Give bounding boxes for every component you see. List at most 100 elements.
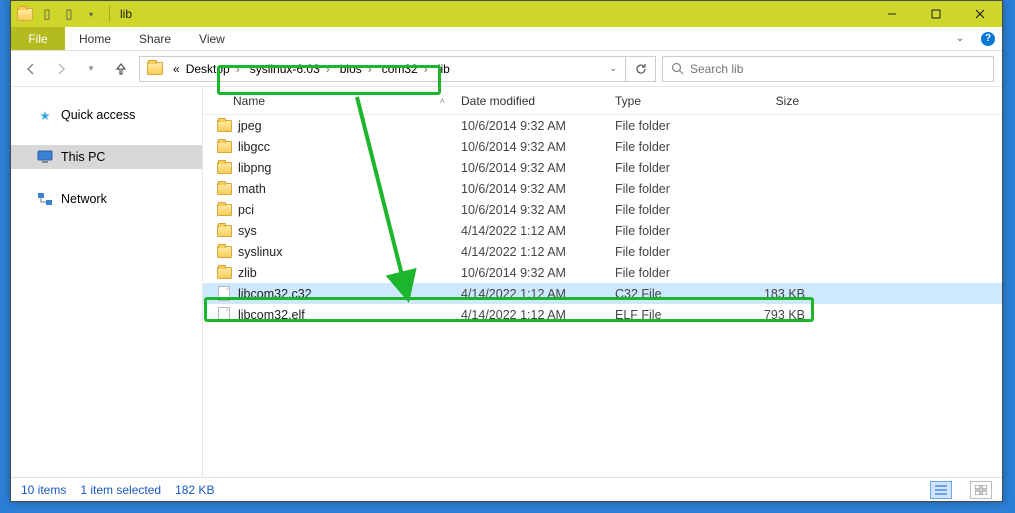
file-name: pci [233, 203, 461, 217]
qat-item[interactable]: ▯ [37, 4, 57, 24]
file-name: jpeg [233, 119, 461, 133]
folder-row[interactable]: libpng10/6/2014 9:32 AMFile folder [203, 157, 1002, 178]
address-bar-row: ▾ « Desktop › syslinux-6.03 ›bios ›com32… [11, 51, 1002, 87]
file-date: 10/6/2014 9:32 AM [461, 140, 615, 154]
window-title: lib [120, 7, 132, 21]
file-name: libcom32.elf [233, 308, 461, 322]
close-button[interactable] [958, 1, 1002, 27]
address-bar[interactable]: « Desktop › syslinux-6.03 ›bios ›com32 ›… [139, 56, 626, 82]
file-row[interactable]: libcom32.elf4/14/2022 1:12 AMELF File793… [203, 304, 1002, 325]
file-name: libpng [233, 161, 461, 175]
app-icon [15, 4, 35, 24]
back-button[interactable] [19, 57, 43, 81]
folder-row[interactable]: zlib10/6/2014 9:32 AMFile folder [203, 262, 1002, 283]
column-header-row: Name˄ Date modified Type Size [203, 87, 1002, 115]
minimize-button[interactable] [870, 1, 914, 27]
file-type: C32 File [615, 287, 739, 301]
breadcrumb-label: com32 [382, 62, 418, 76]
file-name: zlib [233, 266, 461, 280]
folder-icon [215, 120, 233, 132]
search-box[interactable] [662, 56, 994, 82]
breadcrumb-label: Desktop [186, 62, 230, 76]
column-name[interactable]: Name˄ [233, 94, 461, 108]
nav-this-pc[interactable]: This PC [11, 145, 202, 169]
file-date: 4/14/2022 1:12 AM [461, 224, 615, 238]
folder-row[interactable]: syslinux4/14/2022 1:12 AMFile folder [203, 241, 1002, 262]
maximize-button[interactable] [914, 1, 958, 27]
file-tab[interactable]: File [11, 27, 65, 50]
ribbon-expand-icon[interactable]: ⌄ [946, 27, 974, 50]
column-size[interactable]: Size [739, 94, 805, 108]
qat-item[interactable]: ▯ [59, 4, 79, 24]
view-details-button[interactable] [930, 481, 952, 499]
file-type: File folder [615, 224, 739, 238]
breadcrumb-label: bios [340, 62, 362, 76]
qat-dropdown-icon[interactable]: ▾ [81, 4, 101, 24]
file-name: sys [233, 224, 461, 238]
status-count: 10 items [21, 483, 66, 497]
view-large-button[interactable] [970, 481, 992, 499]
file-type: File folder [615, 266, 739, 280]
chevron-left-icon: « [173, 62, 180, 76]
file-list-pane: Name˄ Date modified Type Size jpeg10/6/2… [203, 87, 1002, 477]
star-icon: ★ [37, 107, 53, 123]
folder-icon [147, 62, 163, 75]
up-button[interactable] [109, 57, 133, 81]
folder-icon [215, 246, 233, 258]
chevron-right-icon: › [236, 62, 240, 76]
file-type: File folder [615, 182, 739, 196]
status-size: 182 KB [175, 483, 214, 497]
file-type: File folder [615, 203, 739, 217]
breadcrumb-label: lib [438, 62, 450, 76]
chevron-right-icon: › [424, 62, 428, 76]
breadcrumb-item[interactable]: com32 › [377, 57, 433, 81]
network-icon [37, 191, 53, 207]
nav-label: Network [61, 192, 107, 206]
monitor-icon [37, 149, 53, 165]
address-dropdown-icon[interactable]: ⌄ [603, 63, 623, 74]
column-date[interactable]: Date modified [461, 94, 615, 108]
status-bar: 10 items 1 item selected 182 KB [11, 477, 1002, 501]
folder-row[interactable]: math10/6/2014 9:32 AMFile folder [203, 178, 1002, 199]
status-selection: 1 item selected [80, 483, 161, 497]
nav-label: This PC [61, 150, 105, 164]
refresh-button[interactable] [626, 56, 656, 82]
file-name: libgcc [233, 140, 461, 154]
folder-row[interactable]: libgcc10/6/2014 9:32 AMFile folder [203, 136, 1002, 157]
folder-row[interactable]: pci10/6/2014 9:32 AMFile folder [203, 199, 1002, 220]
breadcrumb-item[interactable]: bios › [335, 57, 377, 81]
breadcrumb-root[interactable] [142, 57, 168, 81]
column-type[interactable]: Type [615, 94, 739, 108]
file-date: 10/6/2014 9:32 AM [461, 119, 615, 133]
file-name: syslinux [233, 245, 461, 259]
folder-icon [215, 162, 233, 174]
breadcrumb-item[interactable]: syslinux-6.03 › [245, 57, 335, 81]
forward-button[interactable] [49, 57, 73, 81]
recent-dropdown-icon[interactable]: ▾ [79, 57, 103, 81]
folder-row[interactable]: sys4/14/2022 1:12 AMFile folder [203, 220, 1002, 241]
help-icon[interactable]: ? [974, 27, 1002, 50]
file-name: math [233, 182, 461, 196]
file-date: 10/6/2014 9:32 AM [461, 161, 615, 175]
file-date: 10/6/2014 9:32 AM [461, 182, 615, 196]
nav-network[interactable]: Network [11, 187, 202, 211]
folder-row[interactable]: jpeg10/6/2014 9:32 AMFile folder [203, 115, 1002, 136]
folder-icon [215, 141, 233, 153]
explorer-window: ▯ ▯ ▾ lib File Home Share View ⌄ ? ▾ « D… [10, 0, 1003, 502]
breadcrumb-leading[interactable]: « Desktop › [168, 57, 245, 81]
file-type: File folder [615, 119, 739, 133]
tab-share[interactable]: Share [125, 27, 185, 50]
breadcrumb-item[interactable]: lib [433, 57, 455, 81]
folder-icon [215, 204, 233, 216]
nav-quick-access[interactable]: ★ Quick access [11, 103, 202, 127]
search-input[interactable] [690, 62, 985, 76]
ribbon-tabs: File Home Share View ⌄ ? [11, 27, 1002, 51]
nav-label: Quick access [61, 108, 135, 122]
chevron-right-icon: › [326, 62, 330, 76]
tab-home[interactable]: Home [65, 27, 125, 50]
file-row[interactable]: libcom32.c324/14/2022 1:12 AMC32 File183… [203, 283, 1002, 304]
file-icon [215, 307, 233, 322]
tab-view[interactable]: View [185, 27, 239, 50]
title-bar: ▯ ▯ ▾ lib [11, 1, 1002, 27]
file-date: 10/6/2014 9:32 AM [461, 266, 615, 280]
